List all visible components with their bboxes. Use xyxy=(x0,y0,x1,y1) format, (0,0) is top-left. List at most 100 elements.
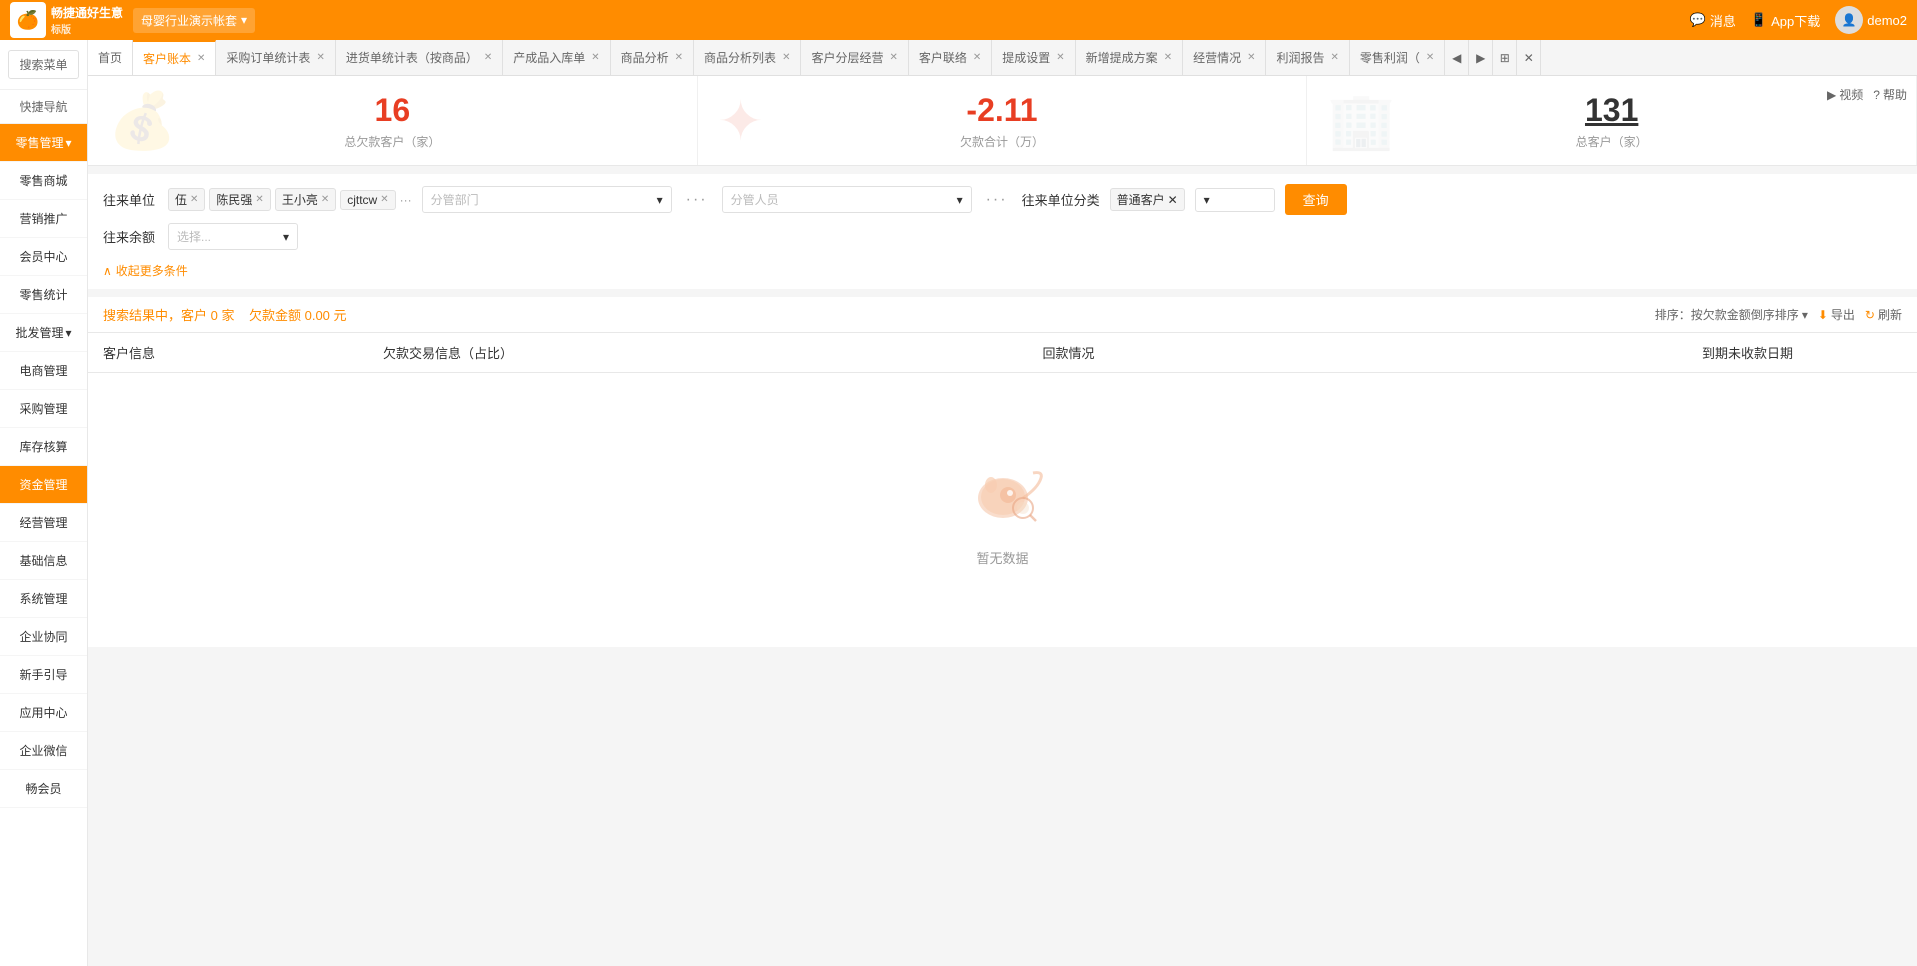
collapse-btn[interactable]: ∧ 收起更多条件 xyxy=(103,262,1902,279)
page-actions: ▶ 视频 ? 帮助 xyxy=(1827,86,1907,103)
tab-product-analysis[interactable]: 商品分析 ✕ xyxy=(611,40,694,76)
sidebar-item-ecommerce[interactable]: 电商管理 xyxy=(0,352,87,390)
tab-import-stat[interactable]: 进货单统计表（按商品） ✕ xyxy=(336,40,503,76)
close-tab-biz[interactable]: ✕ xyxy=(1247,52,1255,63)
close-tab-new-promo[interactable]: ✕ xyxy=(1164,52,1172,63)
sidebar-item-enterprise-wechat[interactable]: 企业微信 xyxy=(0,732,87,770)
close-tab-retail-profit[interactable]: ✕ xyxy=(1426,52,1434,63)
app-download-btn[interactable]: 📱 App下载 xyxy=(1751,11,1820,30)
sidebar-item-new-user[interactable]: 新手引导 xyxy=(0,656,87,694)
dept-filter[interactable]: 分管部门 ▾ xyxy=(422,186,672,213)
tab-promo-settings[interactable]: 提成设置 ✕ xyxy=(992,40,1075,76)
table-header: 客户信息 欠款交易信息（占比） 回款情况 到期未收款日期 xyxy=(88,333,1917,373)
close-tab-import[interactable]: ✕ xyxy=(484,52,492,63)
tab-profit-report[interactable]: 利润报告 ✕ xyxy=(1266,40,1349,76)
message-icon: 💬 xyxy=(1690,12,1706,28)
message-btn[interactable]: 💬 消息 xyxy=(1690,11,1736,30)
close-tab-analysis-list[interactable]: ✕ xyxy=(782,52,790,63)
close-tab-contact[interactable]: ✕ xyxy=(973,52,981,63)
tab-retail-profit[interactable]: 零售利润（ ✕ xyxy=(1350,40,1445,76)
sidebar-item-retail-stat[interactable]: 零售统计 xyxy=(0,276,87,314)
stat-all-value[interactable]: 131 xyxy=(1585,92,1638,129)
dept-more-btn[interactable]: ··· xyxy=(682,191,712,209)
sidebar-item-finance[interactable]: 资金管理 xyxy=(0,466,87,504)
close-tab-promo[interactable]: ✕ xyxy=(1056,52,1064,63)
unit-tag-wang: 王小亮 ✕ xyxy=(275,188,336,211)
help-icon: ? xyxy=(1873,88,1880,102)
chevron-up-icon: ∧ xyxy=(103,264,112,278)
close-tab-purchase[interactable]: ✕ xyxy=(316,52,324,63)
export-btn[interactable]: ⬇ 导出 xyxy=(1818,306,1855,323)
sidebar-item-operations[interactable]: 经营管理 xyxy=(0,504,87,542)
tab-biz-status[interactable]: 经营情况 ✕ xyxy=(1183,40,1266,76)
sidebar-item-member[interactable]: 会员中心 xyxy=(0,238,87,276)
sidebar-item-system[interactable]: 系统管理 xyxy=(0,580,87,618)
refresh-btn[interactable]: ↻ 刷新 xyxy=(1865,306,1902,323)
quick-nav-btn[interactable]: 快捷导航 xyxy=(0,90,87,124)
sidebar: 搜索菜单 快捷导航 零售管理 ▾ 零售商城 营销推广 会员中心 零售统计 批发管… xyxy=(0,40,88,966)
tab-home[interactable]: 首页 xyxy=(88,40,133,76)
tab-product-instock[interactable]: 产成品入库单 ✕ xyxy=(503,40,610,76)
stat-all-label: 总客户（家） xyxy=(1576,133,1648,150)
tab-purchase-order[interactable]: 采购订单统计表 ✕ xyxy=(216,40,335,76)
sidebar-item-vip[interactable]: 畅会员 xyxy=(0,770,87,808)
sidebar-item-wholesale[interactable]: 批发管理 ▾ xyxy=(0,314,87,352)
close-tab-analysis[interactable]: ✕ xyxy=(675,52,683,63)
play-icon: ▶ xyxy=(1827,88,1836,102)
tab-next-btn[interactable]: ▶ xyxy=(1469,40,1493,76)
unit-class-label: 往来单位分类 xyxy=(1022,190,1100,209)
remove-tag-chen[interactable]: ✕ xyxy=(255,194,263,205)
remove-class-tag[interactable]: ✕ xyxy=(1168,193,1178,207)
close-tab-profit[interactable]: ✕ xyxy=(1331,52,1339,63)
sidebar-item-enterprise[interactable]: 企业协同 xyxy=(0,618,87,656)
tab-new-promo[interactable]: 新增提成方案 ✕ xyxy=(1076,40,1183,76)
results-bar: 搜索结果中，客户 0 家 欠款金额 0.00 元 排序：按欠款金额倒序排序 ▾ xyxy=(88,297,1917,333)
remove-tag-cjttcw[interactable]: ✕ xyxy=(380,194,388,205)
close-tab-customer-account[interactable]: ✕ xyxy=(197,53,205,64)
sidebar-item-app-center[interactable]: 应用中心 xyxy=(0,694,87,732)
stat-total-amount: ✦ -2.11 欠款合计（万） xyxy=(698,76,1308,165)
query-button[interactable]: 查询 xyxy=(1285,184,1347,215)
remove-tag-wu[interactable]: ✕ xyxy=(190,194,198,205)
sidebar-item-retail[interactable]: 零售管理 ▾ xyxy=(0,124,87,162)
unit-filter-label: 往来单位 xyxy=(103,190,158,209)
tab-expand-btn[interactable]: ⊞ xyxy=(1493,40,1517,76)
filter-more-btn[interactable]: ··· xyxy=(400,193,412,207)
video-btn[interactable]: ▶ 视频 xyxy=(1827,86,1863,103)
tab-prev-btn[interactable]: ◀ xyxy=(1445,40,1469,76)
balance-filter[interactable]: 选择... ▾ xyxy=(168,223,298,250)
close-tab-instock[interactable]: ✕ xyxy=(591,52,599,63)
tab-close-all-btn[interactable]: ✕ xyxy=(1517,40,1541,76)
person-filter[interactable]: 分管人员 ▾ xyxy=(722,186,972,213)
account-selector[interactable]: 母婴行业演示帐套 ▾ xyxy=(133,8,255,33)
user-menu[interactable]: 👤 demo2 xyxy=(1835,6,1907,34)
close-tab-seg[interactable]: ✕ xyxy=(889,52,897,63)
sidebar-item-purchase[interactable]: 采购管理 xyxy=(0,390,87,428)
results-info: 搜索结果中，客户 0 家 欠款金额 0.00 元 xyxy=(103,305,347,324)
logo-icon: 🍊 xyxy=(10,2,46,38)
stat-customers-label: 总欠款客户（家） xyxy=(344,133,440,150)
filter-row-2: 往来余额 选择... ▾ xyxy=(103,223,1902,250)
tab-customer-contact[interactable]: 客户联络 ✕ xyxy=(909,40,992,76)
tab-product-analysis-list[interactable]: 商品分析列表 ✕ xyxy=(694,40,801,76)
unit-filter-tags: 伍 ✕ 陈民强 ✕ 王小亮 ✕ xyxy=(168,188,412,211)
sidebar-item-marketing[interactable]: 营销推广 xyxy=(0,200,87,238)
sort-label: 排序：按欠款金额倒序排序 xyxy=(1655,306,1799,323)
search-menu-btn[interactable]: 搜索菜单 xyxy=(8,50,79,79)
filter-area: 往来单位 伍 ✕ 陈民强 ✕ 王小亮 xyxy=(88,174,1917,289)
remove-tag-wang[interactable]: ✕ xyxy=(321,194,329,205)
sidebar-item-inventory[interactable]: 库存核算 xyxy=(0,428,87,466)
unit-class-tags: 普通客户 ✕ xyxy=(1110,188,1185,211)
tab-customer-seg[interactable]: 客户分层经营 ✕ xyxy=(801,40,908,76)
stat-total-customers: 💰 16 总欠款客户（家） xyxy=(88,76,698,165)
sidebar-item-basic-info[interactable]: 基础信息 xyxy=(0,542,87,580)
unit-class-tag: 普通客户 ✕ xyxy=(1110,188,1185,211)
empty-icon xyxy=(953,453,1053,533)
person-more-btn[interactable]: ··· xyxy=(982,191,1012,209)
sort-select[interactable]: 排序：按欠款金额倒序排序 ▾ xyxy=(1655,306,1808,323)
sidebar-item-retail-mall[interactable]: 零售商城 xyxy=(0,162,87,200)
tab-customer-account[interactable]: 客户账本 ✕ xyxy=(133,40,216,76)
help-btn[interactable]: ? 帮助 xyxy=(1873,86,1907,103)
unit-class-dropdown[interactable]: ▾ xyxy=(1195,188,1275,212)
app-container: 🍊 畅捷通好生意 标版 母婴行业演示帐套 ▾ 💬 消息 📱 App下载 � xyxy=(0,0,1917,966)
